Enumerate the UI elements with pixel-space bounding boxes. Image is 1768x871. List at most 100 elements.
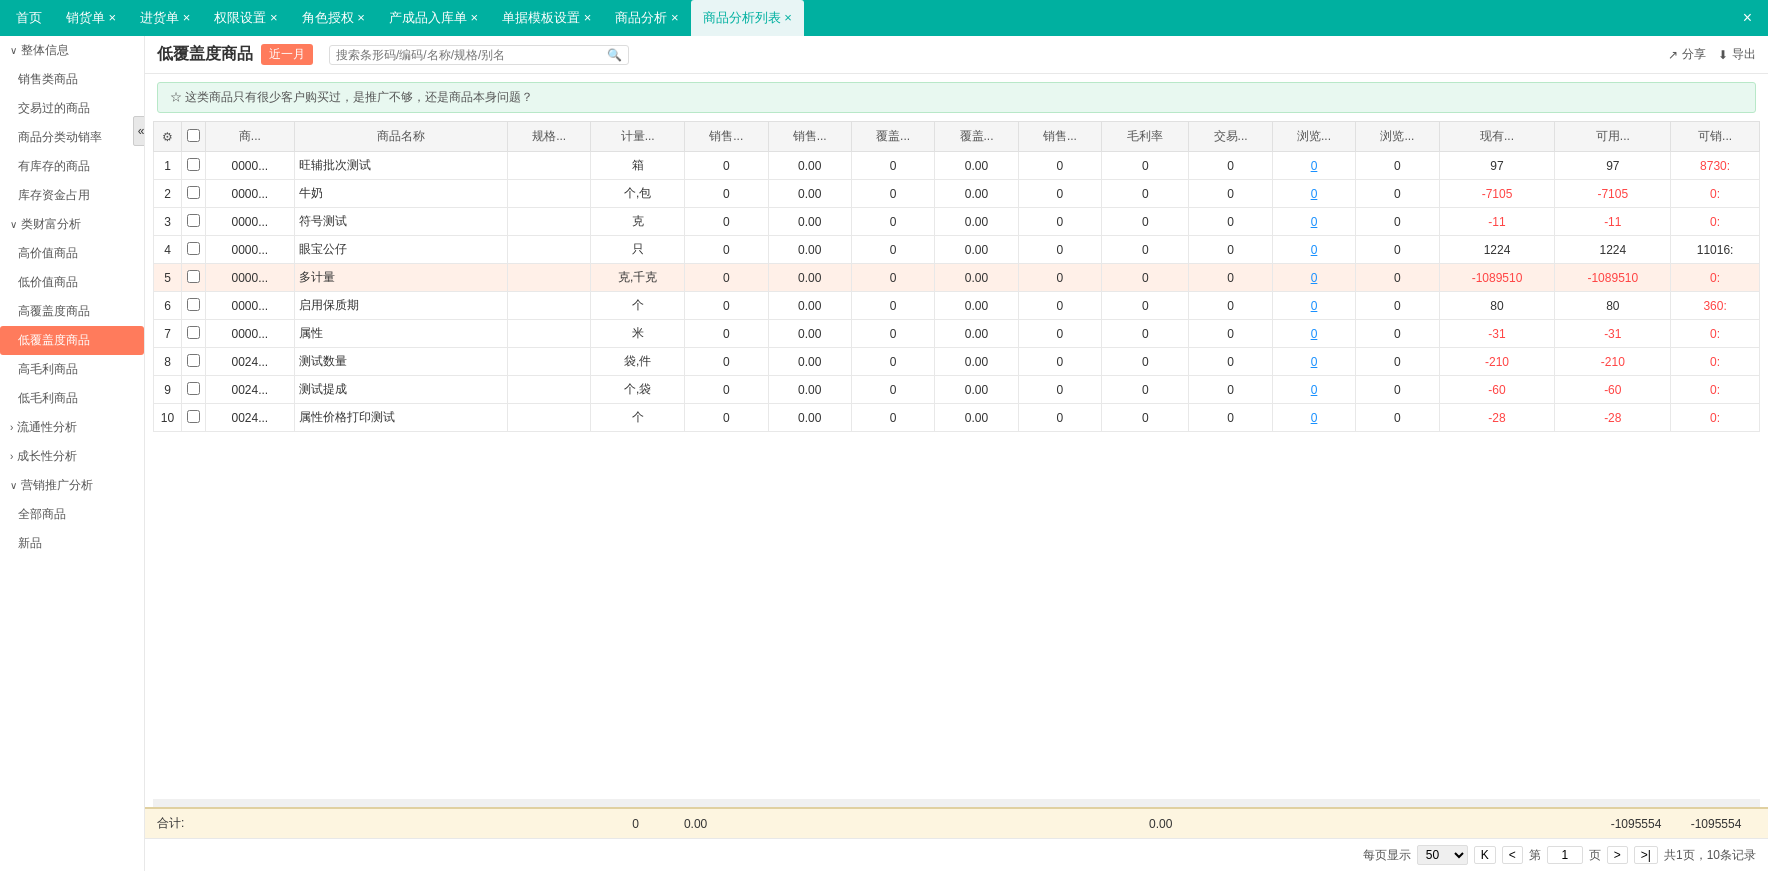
cell-checkbox[interactable] bbox=[182, 292, 206, 320]
sidebar-item-in-stock[interactable]: 有库存的商品 bbox=[0, 152, 144, 181]
cell-views1[interactable]: 0 bbox=[1272, 152, 1355, 180]
cell-stock: 1224 bbox=[1439, 236, 1555, 264]
nav-roles[interactable]: 角色授权 × bbox=[290, 0, 377, 36]
th-name[interactable]: 商品名称 bbox=[294, 122, 507, 152]
cell-sellable: 0: bbox=[1671, 348, 1760, 376]
row-checkbox[interactable] bbox=[187, 298, 200, 311]
row-checkbox[interactable] bbox=[187, 158, 200, 171]
th-unit[interactable]: 计量... bbox=[591, 122, 685, 152]
th-sales-qty[interactable]: 销售... bbox=[685, 122, 768, 152]
sidebar-item-category-rate[interactable]: 商品分类动销率 bbox=[0, 123, 144, 152]
cell-checkbox[interactable] bbox=[182, 320, 206, 348]
cell-views1[interactable]: 0 bbox=[1272, 180, 1355, 208]
th-views2[interactable]: 浏览... bbox=[1356, 122, 1439, 152]
nav-sales[interactable]: 销货单 × bbox=[54, 0, 128, 36]
cell-views1[interactable]: 0 bbox=[1272, 320, 1355, 348]
first-page-button[interactable]: K bbox=[1474, 846, 1496, 864]
cell-cov2: 0.00 bbox=[935, 152, 1018, 180]
cell-views1[interactable]: 0 bbox=[1272, 404, 1355, 432]
sidebar-section-marketing[interactable]: ∨ 营销推广分析 bbox=[0, 471, 144, 500]
sidebar-item-high-profit[interactable]: 高毛利商品 bbox=[0, 355, 144, 384]
table-wrapper[interactable]: ⚙ 商... 商品名称 规格... 计量... 销售... 销售... 覆盖..… bbox=[153, 121, 1760, 799]
sidebar-item-low-profit[interactable]: 低毛利商品 bbox=[0, 384, 144, 413]
sidebar-item-low-coverage[interactable]: 低覆盖度商品 bbox=[0, 326, 144, 355]
th-coverage2[interactable]: 覆盖... bbox=[935, 122, 1018, 152]
th-available[interactable]: 可用... bbox=[1555, 122, 1671, 152]
settings-icon[interactable]: ⚙ bbox=[162, 130, 173, 144]
nav-permissions[interactable]: 权限设置 × bbox=[202, 0, 289, 36]
row-checkbox[interactable] bbox=[187, 326, 200, 339]
row-checkbox[interactable] bbox=[187, 382, 200, 395]
cell-checkbox[interactable] bbox=[182, 152, 206, 180]
cell-avail: 1224 bbox=[1555, 236, 1671, 264]
nav-product-analysis[interactable]: 商品分析 × bbox=[603, 0, 690, 36]
page-number-input[interactable] bbox=[1547, 846, 1583, 864]
nav-template-settings[interactable]: 单据模板设置 × bbox=[490, 0, 603, 36]
sidebar-item-traded-goods[interactable]: 交易过的商品 bbox=[0, 94, 144, 123]
sidebar-section-wealth[interactable]: ∨ 类财富分析 bbox=[0, 210, 144, 239]
share-button[interactable]: ↗ 分享 bbox=[1668, 46, 1706, 63]
cell-checkbox[interactable] bbox=[182, 208, 206, 236]
window-close-button[interactable]: × bbox=[1731, 9, 1764, 27]
th-settings[interactable]: ⚙ bbox=[154, 122, 182, 152]
cell-checkbox[interactable] bbox=[182, 376, 206, 404]
sidebar-item-all-goods[interactable]: 全部商品 bbox=[0, 500, 144, 529]
cell-checkbox[interactable] bbox=[182, 348, 206, 376]
cell-views1[interactable]: 0 bbox=[1272, 376, 1355, 404]
sidebar-item-high-coverage[interactable]: 高覆盖度商品 bbox=[0, 297, 144, 326]
horizontal-scrollbar[interactable] bbox=[153, 799, 1760, 807]
th-current-stock[interactable]: 现有... bbox=[1439, 122, 1555, 152]
th-checkbox[interactable] bbox=[182, 122, 206, 152]
th-sales-amt[interactable]: 销售... bbox=[768, 122, 851, 152]
row-checkbox[interactable] bbox=[187, 214, 200, 227]
row-checkbox[interactable] bbox=[187, 354, 200, 367]
th-spec[interactable]: 规格... bbox=[507, 122, 590, 152]
cell-code: 0024... bbox=[206, 348, 295, 376]
cell-checkbox[interactable] bbox=[182, 404, 206, 432]
th-sellable[interactable]: 可销... bbox=[1671, 122, 1760, 152]
row-checkbox[interactable] bbox=[187, 242, 200, 255]
cell-views1[interactable]: 0 bbox=[1272, 236, 1355, 264]
sidebar-section-flow[interactable]: › 流通性分析 bbox=[0, 413, 144, 442]
page-size-select[interactable]: 50 20 100 200 bbox=[1417, 845, 1468, 865]
table-row: 6 0000... 启用保质期 个 0 0.00 0 0.00 0 0 0 0 … bbox=[154, 292, 1760, 320]
nav-purchase[interactable]: 进货单 × bbox=[128, 0, 202, 36]
row-checkbox[interactable] bbox=[187, 186, 200, 199]
th-gross-margin[interactable]: 毛利率 bbox=[1102, 122, 1189, 152]
sidebar-item-low-value[interactable]: 低价值商品 bbox=[0, 268, 144, 297]
nav-product-analysis-list[interactable]: 商品分析列表 × bbox=[691, 0, 804, 36]
cell-views1[interactable]: 0 bbox=[1272, 264, 1355, 292]
last-page-button[interactable]: >| bbox=[1634, 846, 1658, 864]
nav-finished-goods[interactable]: 产成品入库单 × bbox=[377, 0, 490, 36]
next-page-button[interactable]: > bbox=[1607, 846, 1628, 864]
cell-checkbox[interactable] bbox=[182, 180, 206, 208]
cell-sales3: 0 bbox=[1018, 404, 1101, 432]
sidebar-item-high-value[interactable]: 高价值商品 bbox=[0, 239, 144, 268]
sidebar-collapse-button[interactable]: « bbox=[133, 116, 145, 146]
time-filter-button[interactable]: 近一月 bbox=[261, 44, 313, 65]
cell-views1[interactable]: 0 bbox=[1272, 348, 1355, 376]
sidebar-item-inventory-fund[interactable]: 库存资金占用 bbox=[0, 181, 144, 210]
th-views1[interactable]: 浏览... bbox=[1272, 122, 1355, 152]
th-transactions[interactable]: 交易... bbox=[1189, 122, 1272, 152]
select-all-checkbox[interactable] bbox=[187, 129, 200, 142]
th-sales3[interactable]: 销售... bbox=[1018, 122, 1101, 152]
export-icon: ⬇ bbox=[1718, 48, 1728, 62]
th-coverage1[interactable]: 覆盖... bbox=[851, 122, 934, 152]
row-checkbox[interactable] bbox=[187, 270, 200, 283]
search-input[interactable] bbox=[336, 48, 607, 62]
row-checkbox[interactable] bbox=[187, 410, 200, 423]
cell-views1[interactable]: 0 bbox=[1272, 208, 1355, 236]
sidebar-section-overall[interactable]: ∨ 整体信息 bbox=[0, 36, 144, 65]
cell-views1[interactable]: 0 bbox=[1272, 292, 1355, 320]
nav-home[interactable]: 首页 bbox=[4, 0, 54, 36]
sidebar-item-new-goods[interactable]: 新品 bbox=[0, 529, 144, 558]
cell-sales-amt: 0.00 bbox=[768, 320, 851, 348]
export-button[interactable]: ⬇ 导出 bbox=[1718, 46, 1756, 63]
th-code[interactable]: 商... bbox=[206, 122, 295, 152]
sidebar-section-growth[interactable]: › 成长性分析 bbox=[0, 442, 144, 471]
prev-page-button[interactable]: < bbox=[1502, 846, 1523, 864]
sidebar-item-sales-goods[interactable]: 销售类商品 bbox=[0, 65, 144, 94]
cell-checkbox[interactable] bbox=[182, 236, 206, 264]
cell-checkbox[interactable] bbox=[182, 264, 206, 292]
